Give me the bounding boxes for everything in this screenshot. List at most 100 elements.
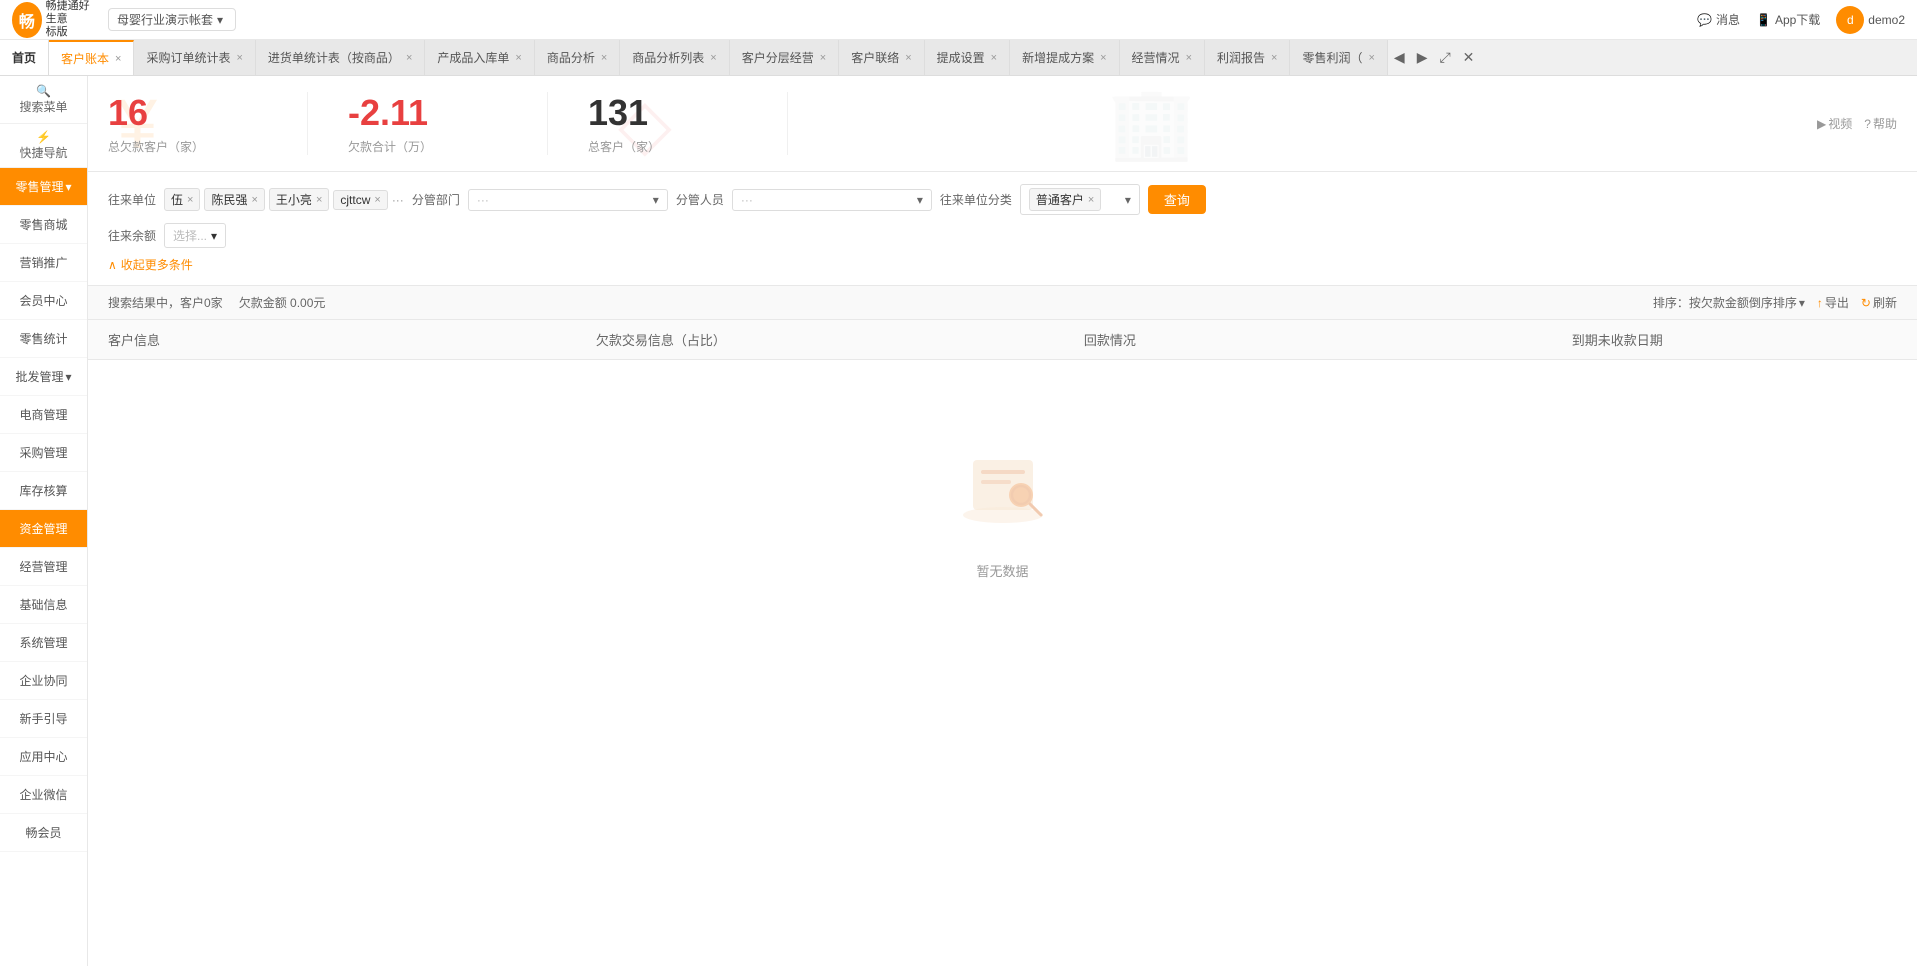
filter-tag-wu: 伍 × — [164, 188, 200, 211]
sidebar-item-new-guide[interactable]: 新手引导 — [0, 700, 87, 738]
tab-customer-contact[interactable]: 客户联络 × — [839, 40, 924, 76]
play-icon: ▶ — [1817, 117, 1826, 131]
filter-more-btn[interactable]: ··· — [392, 193, 404, 207]
close-tab-improve[interactable]: × — [991, 52, 997, 64]
unit-class-select[interactable]: 普通客户 × ▾ — [1020, 184, 1140, 215]
close-tab-profit[interactable]: × — [1271, 52, 1277, 64]
help-link[interactable]: ? 帮助 — [1864, 115, 1897, 132]
close-tab-new-improve[interactable]: × — [1100, 52, 1106, 64]
query-button[interactable]: 查询 — [1148, 185, 1206, 214]
dept-dropdown-icon: ▾ — [653, 193, 659, 207]
sidebar-item-inventory[interactable]: 库存核算 — [0, 472, 87, 510]
dept-select[interactable]: ··· ▾ — [468, 189, 668, 211]
remove-tag-wu[interactable]: × — [187, 194, 193, 206]
tab-customer-segment[interactable]: 客户分层经营 × — [730, 40, 839, 76]
stat-block-2: -2.11 欠款合计（万） — [348, 92, 548, 155]
person-select[interactable]: ··· ▾ — [732, 189, 932, 211]
export-button[interactable]: ↑ 导出 — [1817, 294, 1849, 311]
tab-operations[interactable]: 经营情况 × — [1120, 40, 1205, 76]
tab-purchase-order[interactable]: 采购订单统计表 × — [134, 40, 255, 76]
collapse-btn[interactable]: ∧ 收起更多条件 — [108, 256, 1897, 273]
sidebar-item-vip[interactable]: 畅会员 — [0, 814, 87, 852]
chevron-down-icon: ▾ — [217, 13, 223, 27]
account-selector[interactable]: 母婴行业演示帐套 ▾ — [108, 8, 236, 31]
close-tab-accounts[interactable]: × — [115, 53, 121, 65]
stats-bar-right: ▶ 视频 ? 帮助 — [1817, 115, 1897, 132]
results-bar: 搜索结果中，客户0家 欠款金额 0.00元 排序：按欠款金额倒序排序 ▾ ↑ 导… — [88, 286, 1917, 320]
remove-tag-chen[interactable]: × — [251, 194, 257, 206]
logo-text: 畅捷通好生意 标版 — [46, 0, 100, 39]
refresh-button[interactable]: ↻ 刷新 — [1861, 294, 1897, 311]
stat3-value: 131 — [588, 92, 648, 134]
tab-product-in[interactable]: 产成品入库单 × — [425, 40, 534, 76]
sidebar-item-enterprise-wechat[interactable]: 企业微信 — [0, 776, 87, 814]
sidebar-item-enterprise-coop[interactable]: 企业协同 — [0, 662, 87, 700]
col-overdue-date: 到期未收款日期 — [1572, 330, 1897, 349]
sidebar-item-app-center[interactable]: 应用中心 — [0, 738, 87, 776]
close-tab-incoming[interactable]: × — [406, 52, 412, 64]
avatar: d — [1836, 6, 1864, 34]
sidebar-item-purchase[interactable]: 采购管理 — [0, 434, 87, 472]
chevron-up-icon: ∧ — [108, 258, 117, 272]
filter-row-2: 往来余额 选择... ▾ — [108, 223, 1897, 248]
col-repayment: 回款情况 — [1084, 330, 1572, 349]
balance-dropdown-icon: ▾ — [211, 229, 217, 243]
sidebar-item-operations[interactable]: 经营管理 — [0, 548, 87, 586]
balance-select[interactable]: 选择... ▾ — [164, 223, 226, 248]
tab-close-all[interactable]: ✕ — [1457, 40, 1481, 76]
tab-new-improve[interactable]: 新增提成方案 × — [1010, 40, 1119, 76]
sort-button[interactable]: 排序：按欠款金额倒序排序 ▾ — [1653, 294, 1805, 311]
sidebar-item-retail-mgmt[interactable]: 零售管理 ▾ — [0, 168, 87, 206]
sidebar-item-marketing[interactable]: 营销推广 — [0, 244, 87, 282]
tab-maximize[interactable]: ⤢ — [1433, 40, 1456, 76]
message-btn[interactable]: 💬 消息 — [1697, 11, 1740, 28]
remove-tag-cjttcw[interactable]: × — [374, 194, 380, 206]
tab-home[interactable]: 首页 — [0, 40, 49, 76]
sidebar-item-wholesale[interactable]: 批发管理 ▾ — [0, 358, 87, 396]
chevron-icon: ▾ — [65, 180, 71, 194]
tab-nav-right[interactable]: ▶ — [1411, 40, 1434, 76]
sidebar-item-retail-stats[interactable]: 零售统计 — [0, 320, 87, 358]
user-menu[interactable]: d demo2 — [1836, 6, 1905, 34]
close-tab-product-in[interactable]: × — [515, 52, 521, 64]
close-tab-purchase[interactable]: × — [236, 52, 242, 64]
unit-class-label: 往来单位分类 — [940, 191, 1012, 208]
collapse-row: ∧ 收起更多条件 — [108, 256, 1897, 273]
person-label: 分管人员 — [676, 191, 724, 208]
sidebar-item-member[interactable]: 会员中心 — [0, 282, 87, 320]
sidebar-item-ecommerce[interactable]: 电商管理 — [0, 396, 87, 434]
sidebar-item-basic-info[interactable]: 基础信息 — [0, 586, 87, 624]
sidebar-item-search[interactable]: 🔍 搜索菜单 — [0, 76, 87, 124]
tab-nav-left[interactable]: ◀ — [1388, 40, 1411, 76]
tab-improve-settings[interactable]: 提成设置 × — [925, 40, 1010, 76]
tab-accounts[interactable]: 客户账本 × — [49, 40, 134, 76]
empty-icon — [953, 440, 1053, 549]
top-bar: 畅 畅捷通好生意 标版 母婴行业演示帐套 ▾ 💬 消息 📱 App下载 d de… — [0, 0, 1917, 40]
tab-product-analysis[interactable]: 商品分析 × — [535, 40, 620, 76]
sidebar-item-system[interactable]: 系统管理 — [0, 624, 87, 662]
close-tab-ops[interactable]: × — [1186, 52, 1192, 64]
balance-label: 往来余额 — [108, 227, 156, 244]
close-tab-analysis[interactable]: × — [601, 52, 607, 64]
tab-profit-report[interactable]: 利润报告 × — [1205, 40, 1290, 76]
chevron-icon-wholesale: ▾ — [65, 370, 71, 384]
tab-incoming-stats[interactable]: 进货单统计表（按商品） × — [256, 40, 425, 76]
tab-product-analysis-list[interactable]: 商品分析列表 × — [620, 40, 729, 76]
close-tab-segment[interactable]: × — [820, 52, 826, 64]
unit-label: 往来单位 — [108, 191, 156, 208]
remove-tag-wang[interactable]: × — [316, 194, 322, 206]
sidebar-item-capital[interactable]: 资金管理 — [0, 510, 87, 548]
sidebar-item-retail-mall[interactable]: 零售商城 — [0, 206, 87, 244]
person-dropdown-icon: ▾ — [917, 193, 923, 207]
video-link[interactable]: ▶ 视频 — [1817, 115, 1852, 132]
results-actions: 排序：按欠款金额倒序排序 ▾ ↑ 导出 ↻ 刷新 — [1653, 294, 1897, 311]
filter-tag-normal-customer: 普通客户 × — [1029, 188, 1101, 211]
close-tab-contact[interactable]: × — [905, 52, 911, 64]
sidebar-item-quick-nav[interactable]: ⚡ 快捷导航 — [0, 124, 87, 168]
remove-tag-normal[interactable]: × — [1088, 194, 1094, 206]
empty-state: 暂无数据 — [88, 360, 1917, 660]
tab-retail-profit[interactable]: 零售利润（ × — [1290, 40, 1387, 76]
close-tab-analysis-list[interactable]: × — [710, 52, 716, 64]
close-tab-retail[interactable]: × — [1368, 52, 1374, 64]
app-download-btn[interactable]: 📱 App下载 — [1756, 11, 1820, 28]
